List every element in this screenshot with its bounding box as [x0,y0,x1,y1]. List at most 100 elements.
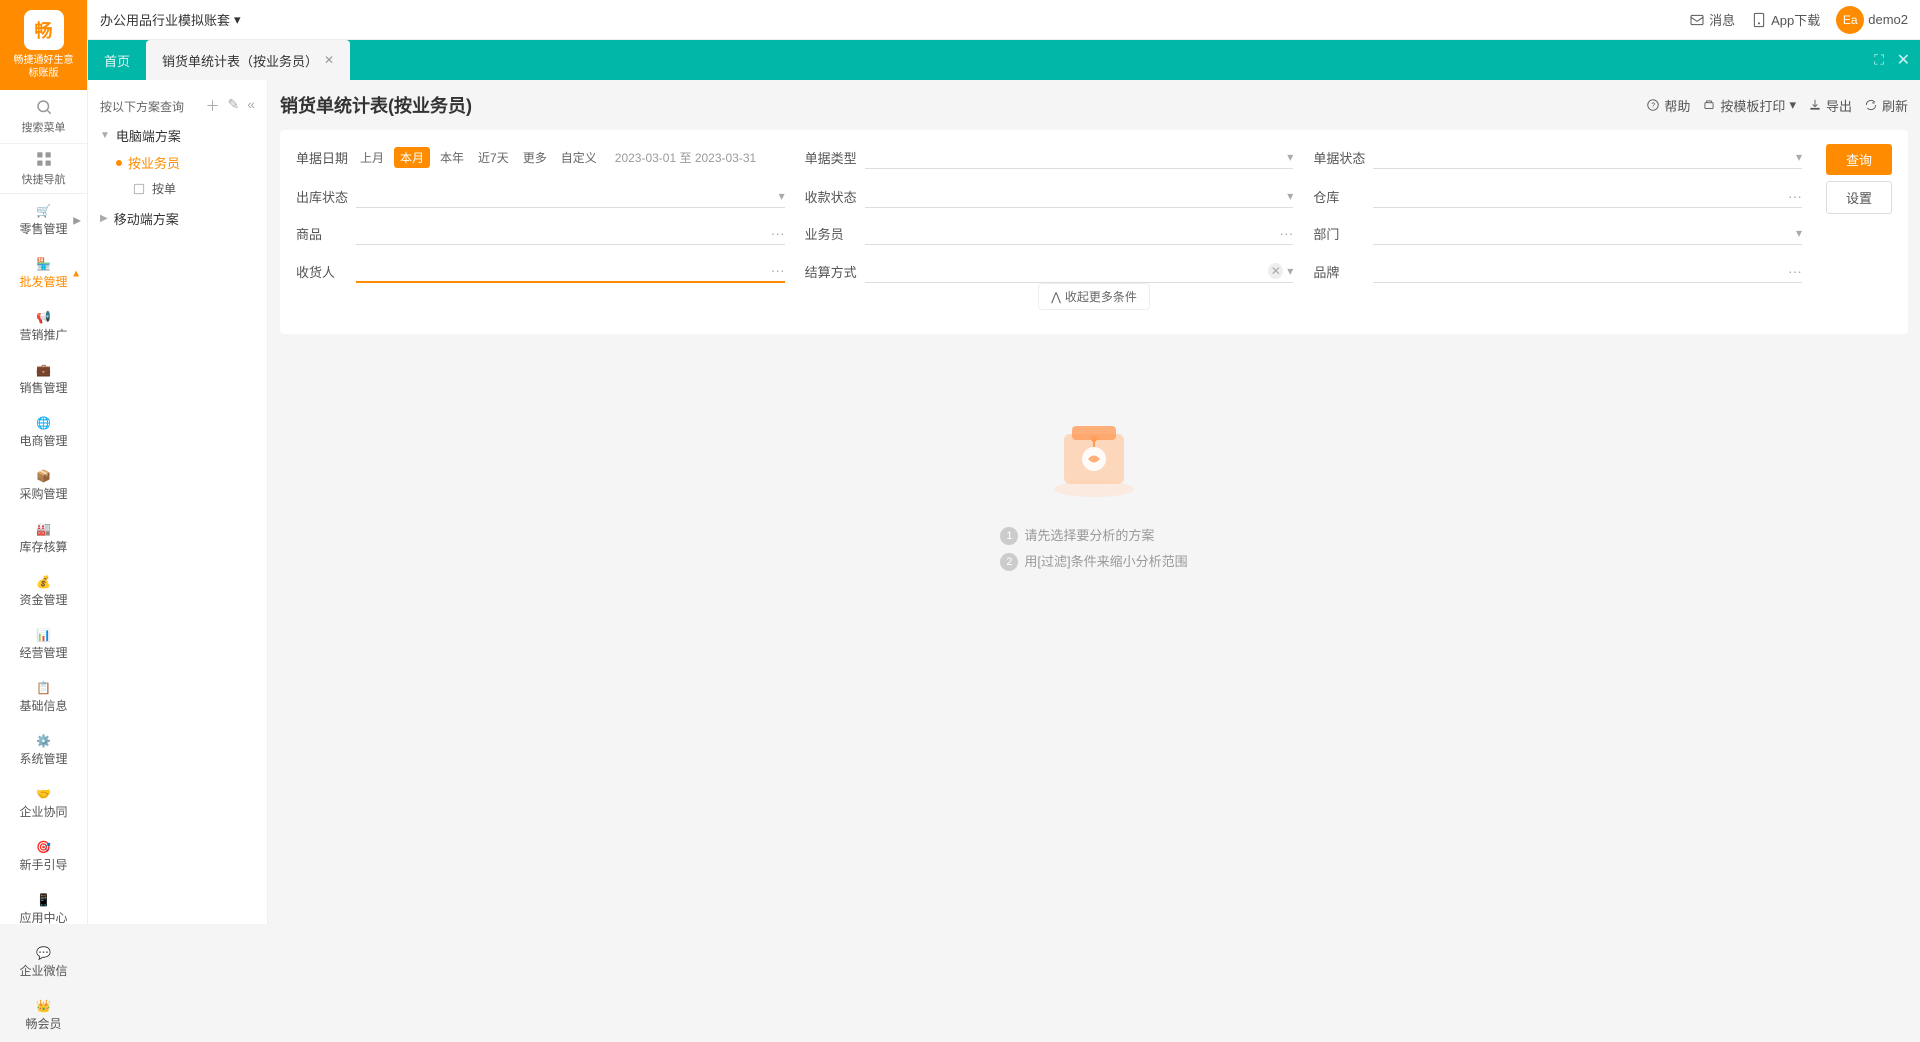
warehouse-input[interactable] [1373,189,1788,204]
tab-home-label: 首页 [104,51,130,70]
sidebar-item-operations[interactable]: 📊 经营管理 [0,618,87,671]
sidebar-item-ecommerce-label: 电商管理 [19,432,67,449]
sidebar-item-ecommerce[interactable]: 🌐 电商管理 [0,406,87,459]
doc-status-control[interactable]: ▾ [1373,147,1802,169]
sidebar-item-newbie[interactable]: 🎯 新手引导 [0,830,87,883]
sidebar-item-wholesale-label: 批发管理 [19,273,67,290]
marketing-icon: 📢 [36,310,51,324]
tab-home[interactable]: 首页 [88,40,146,80]
sidebar-item-apps[interactable]: 📱 应用中心 [0,883,87,936]
goods-label: 商品 [296,224,356,243]
sidebar-item-purchase[interactable]: 📦 采购管理 [0,459,87,512]
brand-control[interactable]: ··· [1373,260,1802,283]
app-download-btn[interactable]: App下载 [1751,10,1820,29]
salesman-dots[interactable]: ··· [1279,225,1293,241]
settlement-arrow[interactable]: ▾ [1287,264,1293,278]
retail-arrow: ▶ [73,215,81,226]
out-status-control[interactable]: ▾ [356,186,785,208]
doc-type-control[interactable]: ▾ [865,147,1294,169]
message-btn[interactable]: 消息 [1689,10,1735,29]
help-btn[interactable]: ? 帮助 [1646,96,1690,115]
sidebar-item-sales[interactable]: 💼 销售管理 [0,353,87,406]
account-dropdown-arrow: ▾ [234,12,241,28]
date-tab-custom[interactable]: 自定义 [557,147,601,168]
download-icon [1751,12,1767,28]
sidebar-item-wholesale[interactable]: 🏪 批发管理 ▲ [0,247,87,300]
doc-status-input[interactable] [1373,150,1796,165]
out-status-input[interactable] [356,189,779,204]
search-menu-item[interactable]: 搜索菜单 [0,90,87,144]
sidebar-logo[interactable]: 畅 畅捷通好生意 标账版 [0,0,87,90]
print-btn[interactable]: 按模板打印 ▾ [1702,96,1796,115]
date-tab-more[interactable]: 更多 [519,147,551,168]
export-btn[interactable]: 导出 [1808,96,1852,115]
settlement-input[interactable] [865,263,1269,278]
dept-input[interactable] [1373,226,1796,241]
date-tab-7days[interactable]: 近7天 [474,147,513,168]
sidebar-item-retail[interactable]: 🛒 零售管理 ▶ [0,194,87,247]
sidebar-item-purchase-label: 采购管理 [19,485,67,502]
settlement-clear-btn[interactable]: ✕ [1268,263,1283,279]
dept-arrow[interactable]: ▾ [1796,226,1802,240]
tree-node-mobile[interactable]: ▶ 移动端方案 [88,205,267,232]
sidebar-item-member[interactable]: 👑 畅会员 [0,989,87,1042]
salesman-control[interactable]: ··· [865,222,1294,245]
doc-type-input[interactable] [865,150,1288,165]
dept-control[interactable]: ▾ [1373,223,1802,245]
sidebar-item-wecom[interactable]: 💬 企业微信 [0,936,87,989]
filter-buttons: 查询 设置 [1826,144,1892,214]
tab-close-btn[interactable]: ✕ [324,53,334,67]
filter-area: 单据日期 上月 本月 本年 近7天 更多 自定义 [280,130,1908,334]
add-scheme-btn[interactable]: ＋ [205,96,219,116]
finance-icon: 💰 [36,575,51,589]
doc-type-arrow[interactable]: ▾ [1287,150,1293,164]
payment-status-input[interactable] [865,189,1288,204]
collapse-panel-btn[interactable]: « [247,96,255,116]
filter-goods: 商品 ··· [296,222,785,245]
sidebar-item-marketing[interactable]: 📢 营销推广 [0,300,87,353]
sidebar-item-system[interactable]: ⚙️ 系统管理 [0,724,87,777]
empty-illustration [1034,404,1154,504]
goods-input[interactable] [356,226,771,241]
settlement-control[interactable]: ✕ ▾ [865,260,1294,283]
date-tab-thisyear[interactable]: 本年 [436,147,468,168]
empty-hints: 1 请先选择要分析的方案 2 用[过滤]条件来缩小分析范围 [1000,523,1187,575]
warehouse-dots[interactable]: ··· [1788,188,1802,204]
out-status-arrow[interactable]: ▾ [779,189,785,203]
recipient-control[interactable]: ··· [356,259,785,283]
sidebar-item-enterprise[interactable]: 🤝 企业协同 [0,777,87,830]
date-tab-lastmonth[interactable]: 上月 [356,147,388,168]
refresh-btn[interactable]: 刷新 [1864,96,1908,115]
tree-grandchild-order[interactable]: 按单 [88,176,267,201]
recipient-dots[interactable]: ··· [771,262,785,278]
sidebar-item-basic[interactable]: 📋 基础信息 [0,671,87,724]
window-close-btn[interactable]: ✕ [1897,50,1910,70]
goods-control[interactable]: ··· [356,222,785,245]
date-tab-thismonth[interactable]: 本月 [394,147,430,168]
account-dropdown[interactable]: 办公用品行业模拟账套 ▾ [100,10,241,29]
payment-status-arrow[interactable]: ▾ [1287,189,1293,203]
doc-status-arrow[interactable]: ▾ [1796,150,1802,164]
quick-nav-item[interactable]: 快捷导航 [0,144,87,194]
brand-input[interactable] [1373,263,1788,278]
recipient-input[interactable] [356,263,771,278]
tree-child-salesman[interactable]: 按业务员 [88,149,267,176]
left-panel-header: 按以下方案查询 ＋ ✎ « [88,90,267,122]
query-btn[interactable]: 查询 [1826,144,1892,175]
settings-btn[interactable]: 设置 [1826,181,1892,214]
user-profile[interactable]: Ea demo2 [1836,6,1908,34]
tree-node-desktop[interactable]: ▼ 电脑端方案 [88,122,267,149]
warehouse-control[interactable]: ··· [1373,185,1802,208]
edit-scheme-btn[interactable]: ✎ [227,96,239,116]
sales-icon: 💼 [36,363,51,377]
sidebar-item-finance[interactable]: 💰 资金管理 [0,565,87,618]
salesman-input[interactable] [865,226,1280,241]
wecom-icon: 💬 [36,946,51,960]
payment-status-control[interactable]: ▾ [865,186,1294,208]
sidebar-item-inventory[interactable]: 🏭 库存核算 [0,512,87,565]
collapse-btn[interactable]: ⋀ 收起更多条件 [1038,283,1150,310]
brand-dots[interactable]: ··· [1788,263,1802,279]
maximize-btn[interactable]: ⛶ [1874,52,1884,69]
goods-dots[interactable]: ··· [771,225,785,241]
tab-sales-stat[interactable]: 销货单统计表（按业务员） ✕ [146,40,350,80]
